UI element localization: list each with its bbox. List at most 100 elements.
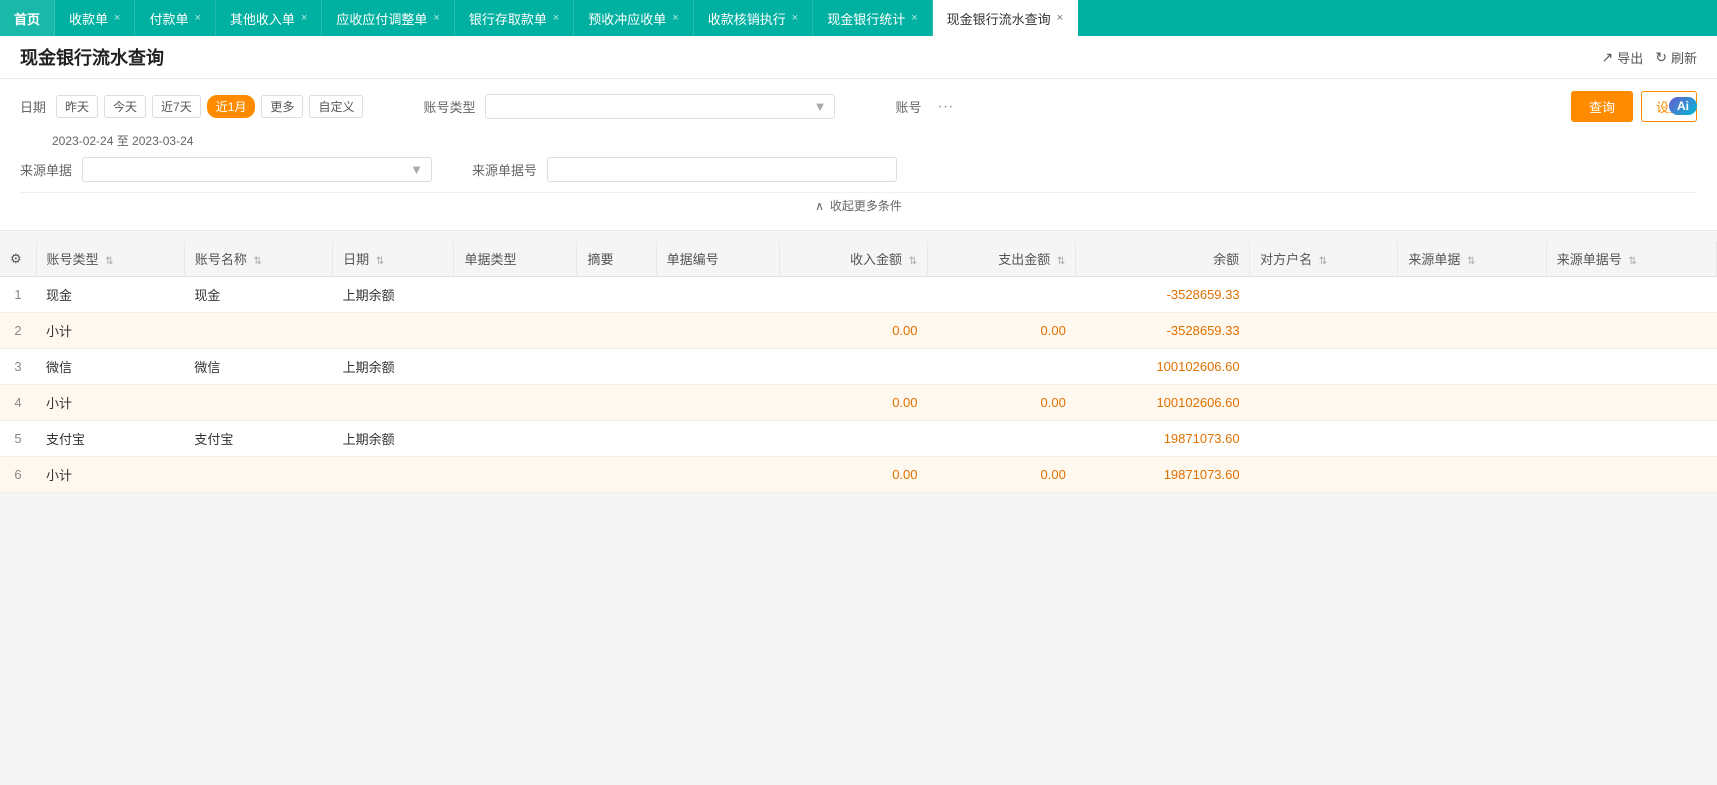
date-7days[interactable]: 近7天 <box>152 95 201 118</box>
close-icon[interactable]: × <box>1057 12 1063 24</box>
table-row: 4小计0.000.00100102606.60 <box>0 385 1717 421</box>
close-icon[interactable]: × <box>911 12 917 24</box>
date-custom[interactable]: 自定义 <box>309 95 363 118</box>
filter-row-1: 日期 昨天 今天 近7天 近1月 更多 自定义 账号类型 ▼ 账号 ··· <box>20 91 1697 122</box>
close-icon[interactable]: × <box>553 12 559 24</box>
cell-income <box>779 277 927 313</box>
cell-income: 0.00 <box>779 457 927 493</box>
nav-tab-7[interactable]: 收款核销执行 × <box>694 0 813 36</box>
account-more-icon[interactable]: ··· <box>931 98 959 116</box>
cell-account-type: 小计 <box>36 457 184 493</box>
th-expense[interactable]: 支出金额 ⇅ <box>928 241 1076 277</box>
cell-summary <box>577 457 656 493</box>
close-icon[interactable]: × <box>301 12 307 24</box>
cell-source-doc <box>1398 349 1546 385</box>
cell-source-doc-num <box>1546 277 1716 313</box>
ai-badge[interactable]: Ai <box>1669 97 1697 115</box>
cell-doc-num <box>656 277 779 313</box>
th-source-doc-num[interactable]: 来源单据号 ⇅ <box>1546 241 1716 277</box>
cell-income: 0.00 <box>779 313 927 349</box>
col-label: 账号名称 <box>195 252 247 267</box>
close-icon[interactable]: × <box>672 12 678 24</box>
source-doc-select[interactable]: ▼ <box>82 157 432 182</box>
nav-tab-label: 银行存取款单 <box>469 9 547 28</box>
close-icon[interactable]: × <box>114 12 120 24</box>
date-yesterday[interactable]: 昨天 <box>56 95 98 118</box>
table-row: 1现金现金上期余额-3528659.33 <box>0 277 1717 313</box>
nav-tab-label: 收款核销执行 <box>708 9 786 28</box>
collapse-up-icon: ∧ <box>815 199 824 213</box>
account-type-label: 账号类型 <box>423 97 475 116</box>
cell-counterpart <box>1250 457 1398 493</box>
nav-home[interactable]: 首页 <box>0 0 55 36</box>
sort-icon: ⇅ <box>1467 256 1475 267</box>
cell-expense <box>928 349 1076 385</box>
source-doc-num-input[interactable] <box>547 157 897 182</box>
cell-date <box>333 385 454 421</box>
filter-row-2: 来源单据 ▼ 来源单据号 <box>20 157 1697 182</box>
nav-tab-6[interactable]: 预收冲应收单 × <box>574 0 693 36</box>
th-date[interactable]: 日期 ⇅ <box>333 241 454 277</box>
cell-account-name: 现金 <box>184 277 332 313</box>
cell-source-doc <box>1398 421 1546 457</box>
export-button[interactable]: ↗ 导出 <box>1602 48 1644 67</box>
date-today[interactable]: 今天 <box>104 95 146 118</box>
close-icon[interactable]: × <box>792 12 798 24</box>
nav-tab-3[interactable]: 其他收入单 × <box>216 0 322 36</box>
date-more[interactable]: 更多 <box>261 95 303 118</box>
th-settings[interactable]: ⚙ <box>0 241 36 277</box>
table-row: 5支付宝支付宝上期余额19871073.60 <box>0 421 1717 457</box>
nav-tab-1[interactable]: 收款单 × <box>55 0 135 36</box>
data-table: ⚙ 账号类型 ⇅ 账号名称 ⇅ 日期 ⇅ 单据类型 摘要 <box>0 241 1717 493</box>
cell-summary <box>577 385 656 421</box>
close-icon[interactable]: × <box>194 12 200 24</box>
cell-date: 上期余额 <box>333 349 454 385</box>
th-account-type[interactable]: 账号类型 ⇅ <box>36 241 184 277</box>
col-label: 单据类型 <box>464 252 516 267</box>
cell-doc-num <box>656 349 779 385</box>
nav-tab-2[interactable]: 付款单 × <box>135 0 215 36</box>
th-counterpart[interactable]: 对方户名 ⇅ <box>1250 241 1398 277</box>
settings-icon: ⚙ <box>10 251 22 266</box>
cell-source-doc-num <box>1546 385 1716 421</box>
nav-tab-active[interactable]: 现金银行流水查询 × <box>933 0 1078 36</box>
cell-doc-type <box>454 313 577 349</box>
cell-account-name: 支付宝 <box>184 421 332 457</box>
th-doc-num: 单据编号 <box>656 241 779 277</box>
nav-tab-8[interactable]: 现金银行统计 × <box>813 0 932 36</box>
account-type-select[interactable]: ▼ <box>485 94 835 119</box>
cell-balance: -3528659.33 <box>1076 277 1250 313</box>
account-filter-group: 账号 ··· <box>895 97 959 116</box>
table-row: 6小计0.000.0019871073.60 <box>0 457 1717 493</box>
top-navigation: 首页 收款单 × 付款单 × 其他收入单 × 应收应付调整单 × 银行存取款单 … <box>0 0 1717 36</box>
page-title: 现金银行流水查询 <box>20 44 164 70</box>
sort-icon: ⇅ <box>105 256 113 267</box>
cell-doc-num <box>656 421 779 457</box>
th-income[interactable]: 收入金额 ⇅ <box>779 241 927 277</box>
refresh-button[interactable]: ↻ 刷新 <box>1655 48 1697 67</box>
date-range-display: 2023-02-24 至 2023-03-24 <box>52 132 1697 149</box>
th-doc-type: 单据类型 <box>454 241 577 277</box>
cell-income: 0.00 <box>779 385 927 421</box>
th-account-name[interactable]: 账号名称 ⇅ <box>184 241 332 277</box>
cell-expense <box>928 277 1076 313</box>
cell-expense: 0.00 <box>928 313 1076 349</box>
cell-account-type: 微信 <box>36 349 184 385</box>
collapse-bar[interactable]: ∧ 收起更多条件 <box>20 192 1697 218</box>
close-icon[interactable]: × <box>433 12 439 24</box>
th-summary: 摘要 <box>577 241 656 277</box>
export-icon: ↗ <box>1602 49 1614 66</box>
nav-tab-4[interactable]: 应收应付调整单 × <box>322 0 454 36</box>
cell-account-type: 小计 <box>36 313 184 349</box>
cell-source-doc-num <box>1546 349 1716 385</box>
date-label: 日期 <box>20 97 46 116</box>
th-source-doc[interactable]: 来源单据 ⇅ <box>1398 241 1546 277</box>
export-label: 导出 <box>1617 48 1643 67</box>
nav-home-label: 首页 <box>14 9 40 28</box>
cell-balance: -3528659.33 <box>1076 313 1250 349</box>
query-button[interactable]: 查询 <box>1571 91 1633 122</box>
cell-balance: 19871073.60 <box>1076 457 1250 493</box>
date-1month[interactable]: 近1月 <box>207 95 256 118</box>
account-type-filter-group: 账号类型 ▼ <box>423 94 835 119</box>
nav-tab-5[interactable]: 银行存取款单 × <box>455 0 574 36</box>
